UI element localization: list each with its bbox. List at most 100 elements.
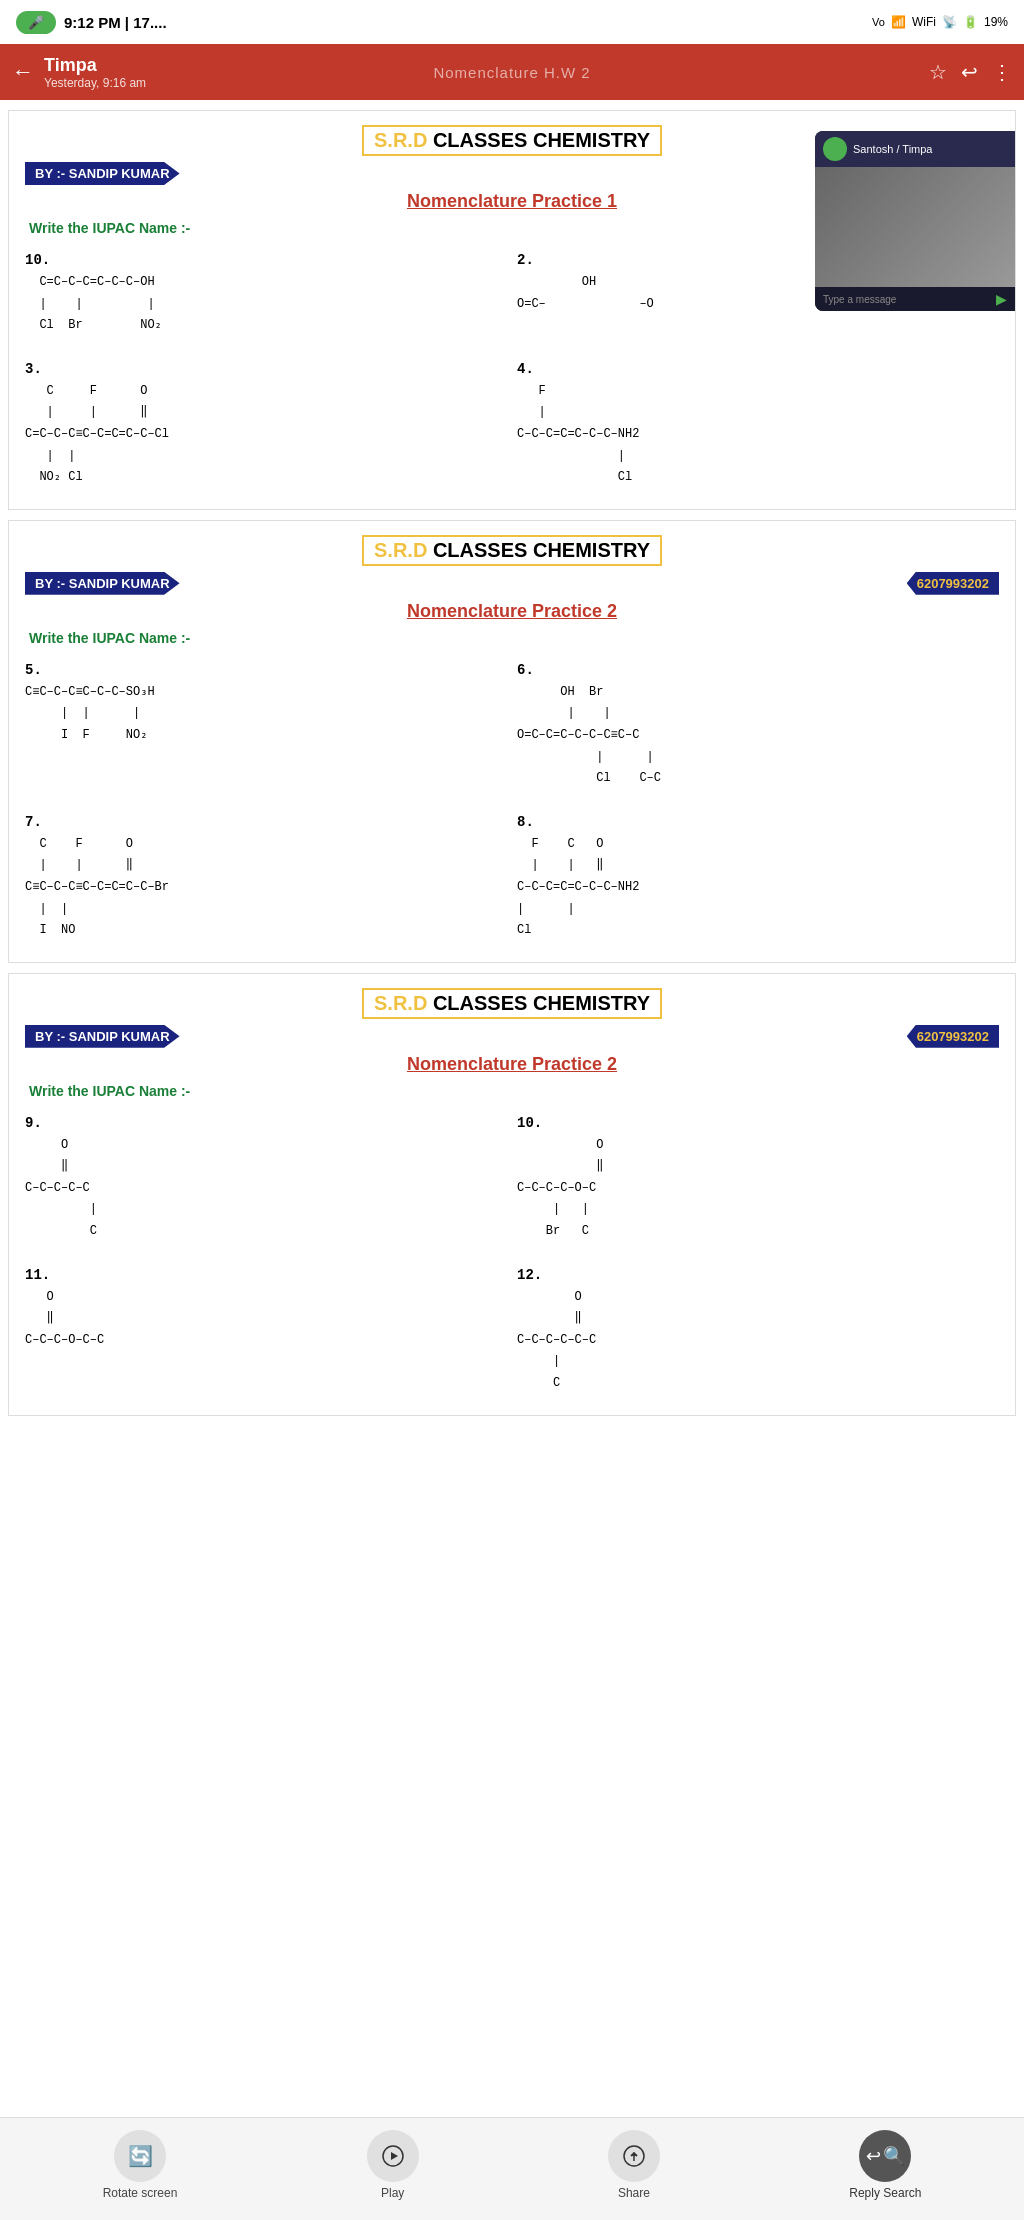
popup-input-bar[interactable]: Type a message ▶ <box>815 287 1015 311</box>
card3-row-header: BY :- SANDIP KUMAR 6207993202 <box>25 1025 999 1048</box>
formula-structure-8: F C O | | ‖ C–C–C=C=C–C–C–NH2 | | Cl <box>517 834 999 942</box>
vo-icon: Vo <box>872 16 885 28</box>
status-left: 🎤 9:12 PM | 17.... <box>16 11 167 34</box>
wifi-label: WiFi <box>912 15 936 29</box>
formula-structure-9: O ‖ C–C–C–C–C | C <box>25 1135 507 1243</box>
reply-icon: ↩ 🔍 <box>859 2130 911 2182</box>
formula-number-8: 8. <box>517 814 999 830</box>
popup-name: Santosh / Timpa <box>853 143 933 155</box>
formula-item-8: 8. F C O | | ‖ C–C–C=C=C–C–C–NH2 | | Cl <box>517 814 999 942</box>
battery-level: 19% <box>984 15 1008 29</box>
content-area: Santosh / Timpa Type a message ▶ S.R.D C… <box>0 110 1024 1526</box>
status-bar: 🎤 9:12 PM | 17.... Vo 📶 WiFi 📡 🔋 19% <box>0 0 1024 44</box>
formula-item-5: 5. C≡C–C–C≡C–C–C–SO₃H | | | I F NO₂ <box>25 662 507 790</box>
mic-button[interactable]: 🎤 <box>16 11 56 34</box>
formula-number-10b: 10. <box>517 1115 999 1131</box>
share-label: Share <box>618 2186 650 2200</box>
popup-header: Santosh / Timpa <box>815 131 1015 167</box>
share-button[interactable]: Share <box>608 2130 660 2200</box>
formula-structure-10: C=C–C–C=C–C–C–OH | | | Cl Br NO₂ <box>25 272 507 337</box>
nav-actions: ☆ ↩ ⋮ <box>929 60 1012 84</box>
rotate-icon: 🔄 <box>114 2130 166 2182</box>
formula-item-11: 11. O ‖ C–C–C–O–C–C <box>25 1267 507 1395</box>
chem-card-3: S.R.D CLASSES CHEMISTRY BY :- SANDIP KUM… <box>8 973 1016 1416</box>
by-sandip-3: BY :- SANDIP KUMAR <box>25 1025 180 1048</box>
send-icon[interactable]: ▶ <box>996 291 1007 307</box>
rotate-label: Rotate screen <box>103 2186 178 2200</box>
formula-item-10b: 10. O ‖ C–C–C–C–O–C | | Br C <box>517 1115 999 1243</box>
formula-item-10: 10. C=C–C–C=C–C–C–OH | | | Cl Br NO₂ <box>25 252 507 337</box>
formula-structure-4: F | C–C–C=C=C–C–C–NH2 | Cl <box>517 381 999 489</box>
formula-number-5: 5. <box>25 662 507 678</box>
formula-structure-12: O ‖ C–C–C–C–C–C | C <box>517 1287 999 1395</box>
bottom-toolbar: 🔄 Rotate screen Play Share ↩ 🔍 Rep <box>0 2117 1024 2220</box>
chem-card-1: Santosh / Timpa Type a message ▶ S.R.D C… <box>8 110 1016 510</box>
phone-number-2: 6207993202 <box>907 572 999 595</box>
nav-subtitle: Yesterday, 9:16 am <box>44 76 929 90</box>
formula-number-7: 7. <box>25 814 507 830</box>
phone-number-3: 6207993202 <box>907 1025 999 1048</box>
formula-structure-6: OH Br | | O=C–C=C–C–C–C≡C–C | | Cl C–C <box>517 682 999 790</box>
back-button[interactable]: ← <box>12 59 34 85</box>
nav-bar: ← Timpa Yesterday, 9:16 am Nomenclature … <box>0 44 1024 100</box>
formula-number-6: 6. <box>517 662 999 678</box>
formula-number-4: 4. <box>517 361 999 377</box>
srd-title-2: S.R.D CLASSES CHEMISTRY <box>362 535 662 566</box>
rotate-screen-button[interactable]: 🔄 Rotate screen <box>103 2130 178 2200</box>
share-icon[interactable]: ↩ <box>961 60 978 84</box>
nav-title-block: Timpa Yesterday, 9:16 am <box>44 55 929 90</box>
nav-title: Timpa <box>44 55 929 76</box>
formulas-grid-2: 5. C≡C–C–C≡C–C–C–SO₃H | | | I F NO₂ 6. O… <box>25 662 999 942</box>
practice-title-3: Nomenclature Practice 2 <box>25 1054 999 1075</box>
formula-item-12: 12. O ‖ C–C–C–C–C–C | C <box>517 1267 999 1395</box>
formula-number-9: 9. <box>25 1115 507 1131</box>
srd-title-3: S.R.D CLASSES CHEMISTRY <box>362 988 662 1019</box>
wifi-icon: 📡 <box>942 15 957 29</box>
write-iupac-2: Write the IUPAC Name :- <box>29 630 999 646</box>
popup-avatar <box>823 137 847 161</box>
formula-structure-7: C F O | | ‖ C≡C–C–C≡C–C=C=C–C–Br | | I N… <box>25 834 507 942</box>
formula-item-7: 7. C F O | | ‖ C≡C–C–C≡C–C=C=C–C–Br | | … <box>25 814 507 942</box>
play-button[interactable]: Play <box>367 2130 419 2200</box>
share-svg <box>623 2145 645 2167</box>
formula-number-3: 3. <box>25 361 507 377</box>
status-time: 9:12 PM | 17.... <box>64 14 167 31</box>
popup-input-placeholder: Type a message <box>823 294 896 305</box>
formulas-grid-3: 9. O ‖ C–C–C–C–C | C 10. O ‖ C–C–C–C–O–C… <box>25 1115 999 1395</box>
share-icon-tb <box>608 2130 660 2182</box>
srd-title-1: S.R.D CLASSES CHEMISTRY <box>362 125 662 156</box>
card2-row-header: BY :- SANDIP KUMAR 6207993202 <box>25 572 999 595</box>
formula-number-11: 11. <box>25 1267 507 1283</box>
signal-icon: 📶 <box>891 15 906 29</box>
popup-overlay: Santosh / Timpa Type a message ▶ <box>815 131 1015 311</box>
formula-structure-11: O ‖ C–C–C–O–C–C <box>25 1287 507 1352</box>
by-sandip-2: BY :- SANDIP KUMAR <box>25 572 180 595</box>
formula-structure-5: C≡C–C–C≡C–C–C–SO₃H | | | I F NO₂ <box>25 682 507 747</box>
formula-number-10: 10. <box>25 252 507 268</box>
chem-card-2: S.R.D CLASSES CHEMISTRY BY :- SANDIP KUM… <box>8 520 1016 963</box>
by-sandip-1: BY :- SANDIP KUMAR <box>25 162 180 185</box>
srd-span: S.R.D <box>374 129 427 151</box>
formula-structure-10b: O ‖ C–C–C–C–O–C | | Br C <box>517 1135 999 1243</box>
formula-item-6: 6. OH Br | | O=C–C=C–C–C–C≡C–C | | Cl C–… <box>517 662 999 790</box>
rest-span: CLASSES CHEMISTRY <box>427 129 650 151</box>
play-label: Play <box>381 2186 404 2200</box>
card3-header: S.R.D CLASSES CHEMISTRY <box>25 988 999 1019</box>
mic-icon: 🎤 <box>28 15 44 30</box>
more-icon[interactable]: ⋮ <box>992 60 1012 84</box>
reply-search-button[interactable]: ↩ 🔍 Reply Search <box>849 2130 921 2200</box>
formula-structure-3: C F O | | ‖ C=C–C–C≡C–C=C=C–C–Cl | | NO₂… <box>25 381 507 489</box>
play-icon <box>367 2130 419 2182</box>
popup-content <box>815 167 1015 287</box>
card2-header: S.R.D CLASSES CHEMISTRY <box>25 535 999 566</box>
write-iupac-3: Write the IUPAC Name :- <box>29 1083 999 1099</box>
formula-number-12: 12. <box>517 1267 999 1283</box>
practice-title-2: Nomenclature Practice 2 <box>25 601 999 622</box>
formula-item-3: 3. C F O | | ‖ C=C–C–C≡C–C=C=C–C–Cl | | … <box>25 361 507 489</box>
svg-marker-1 <box>391 2152 398 2160</box>
formula-item-4: 4. F | C–C–C=C=C–C–C–NH2 | Cl <box>517 361 999 489</box>
star-icon[interactable]: ☆ <box>929 60 947 84</box>
formula-item-9: 9. O ‖ C–C–C–C–C | C <box>25 1115 507 1243</box>
reply-label: Reply Search <box>849 2186 921 2200</box>
status-right: Vo 📶 WiFi 📡 🔋 19% <box>872 15 1008 29</box>
